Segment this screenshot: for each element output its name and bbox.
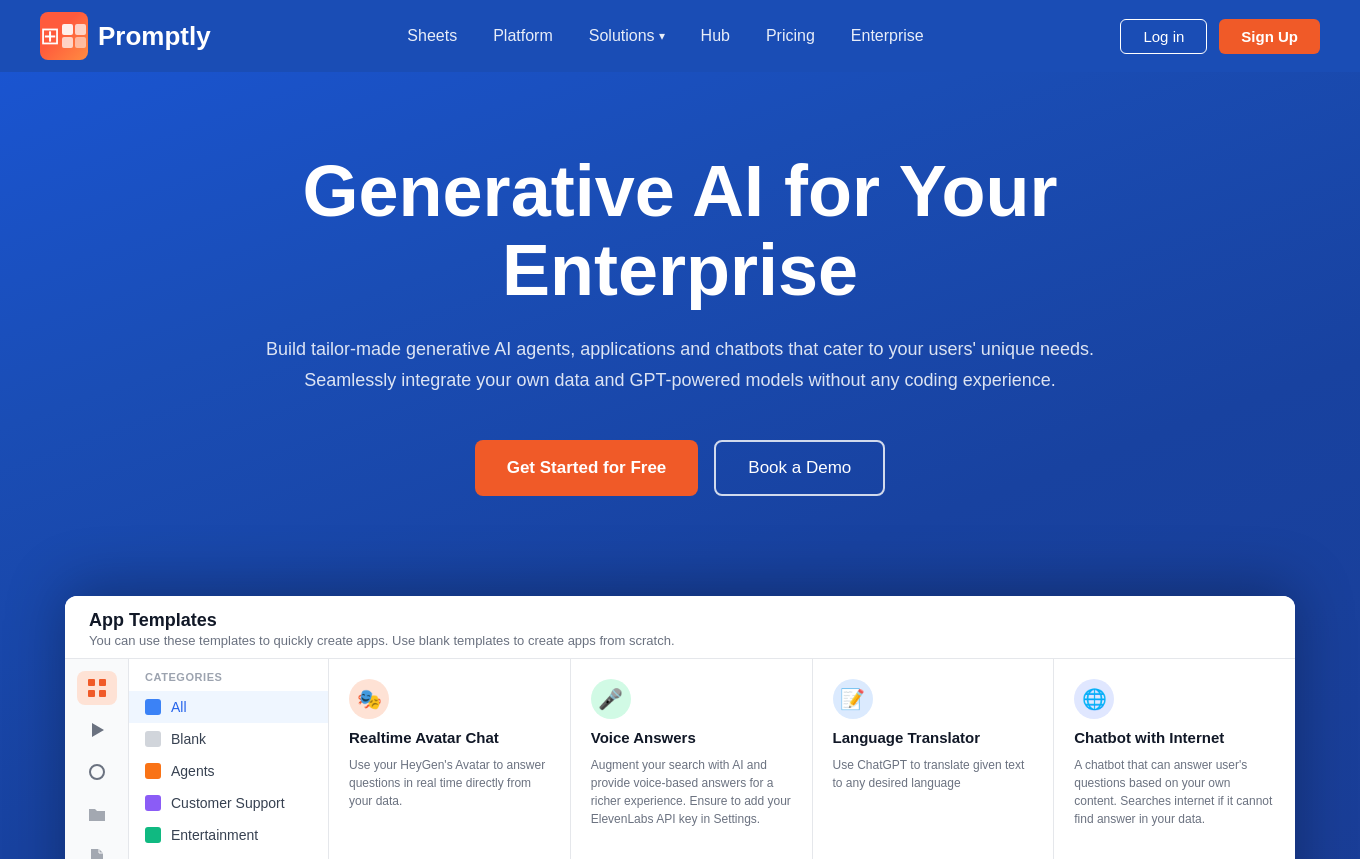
nav-enterprise[interactable]: Enterprise [851, 27, 924, 45]
svg-marker-8 [92, 723, 104, 737]
category-agents[interactable]: Agents [129, 755, 328, 787]
cat-dot-support [145, 795, 161, 811]
category-blank[interactable]: Blank [129, 723, 328, 755]
card-chatbot-internet[interactable]: 🌐 Chatbot with Internet A chatbot that c… [1054, 659, 1295, 859]
cat-dot-agents [145, 763, 161, 779]
svg-rect-7 [99, 690, 106, 697]
category-entertainment[interactable]: Entertainment [129, 819, 328, 851]
card-title-chatbot: Chatbot with Internet [1074, 729, 1275, 746]
svg-rect-1 [75, 24, 86, 35]
navbar: Promptly Sheets Platform Solutions ▾ Hub… [0, 0, 1360, 72]
card-icon-translator: 📝 [833, 679, 873, 719]
signup-button[interactable]: Sign Up [1219, 19, 1320, 54]
login-button[interactable]: Log in [1120, 19, 1207, 54]
app-cards: 🎭 Realtime Avatar Chat Use your HeyGen's… [329, 659, 1295, 859]
cat-dot-all [145, 699, 161, 715]
svg-rect-5 [99, 679, 106, 686]
sidebar-icon-play[interactable] [77, 713, 117, 747]
svg-rect-4 [88, 679, 95, 686]
logo-icon [40, 12, 88, 60]
card-icon-chatbot: 🌐 [1074, 679, 1114, 719]
app-subtitle: You can use these templates to quickly c… [89, 633, 1271, 648]
svg-point-9 [90, 765, 104, 779]
svg-rect-3 [75, 37, 86, 48]
svg-rect-2 [62, 37, 73, 48]
category-all[interactable]: All [129, 691, 328, 723]
card-icon-avatar: 🎭 [349, 679, 389, 719]
card-language-translator[interactable]: 📝 Language Translator Use ChatGPT to tra… [813, 659, 1055, 859]
card-voice-answers[interactable]: 🎤 Voice Answers Augment your search with… [571, 659, 813, 859]
card-desc-voice: Augment your search with AI and provide … [591, 756, 792, 859]
hero-buttons: Get Started for Free Book a Demo [266, 440, 1094, 496]
category-customer-support[interactable]: Customer Support [129, 787, 328, 819]
logo-text: Promptly [98, 21, 211, 52]
app-screenshot: App Templates You can use these template… [65, 596, 1295, 859]
app-body: CATEGORIES All Blank Agents Customer Sup… [65, 659, 1295, 859]
app-sidebar [65, 659, 129, 859]
app-title: App Templates [89, 610, 1271, 631]
sidebar-icon-doc[interactable] [77, 840, 117, 859]
book-demo-button[interactable]: Book a Demo [714, 440, 885, 496]
sidebar-icon-circle[interactable] [77, 755, 117, 789]
cat-dot-blank [145, 731, 161, 747]
card-icon-voice: 🎤 [591, 679, 631, 719]
svg-rect-0 [62, 24, 73, 35]
logo-link[interactable]: Promptly [40, 12, 211, 60]
nav-links: Sheets Platform Solutions ▾ Hub Pricing … [407, 27, 923, 45]
hero-content: Generative AI for Your Enterprise Build … [246, 72, 1114, 596]
nav-actions: Log in Sign Up [1120, 19, 1320, 54]
nav-pricing[interactable]: Pricing [766, 27, 815, 45]
card-title-avatar: Realtime Avatar Chat [349, 729, 550, 746]
card-title-voice: Voice Answers [591, 729, 792, 746]
cat-dot-entertainment [145, 827, 161, 843]
sidebar-icon-folder[interactable] [77, 798, 117, 832]
svg-rect-6 [88, 690, 95, 697]
nav-platform[interactable]: Platform [493, 27, 553, 45]
nav-hub[interactable]: Hub [701, 27, 730, 45]
hero-subtitle: Build tailor-made generative AI agents, … [266, 334, 1094, 395]
card-desc-avatar: Use your HeyGen's Avatar to answer quest… [349, 756, 550, 859]
nav-sheets[interactable]: Sheets [407, 27, 457, 45]
card-desc-translator: Use ChatGPT to translate given text to a… [833, 756, 1034, 859]
nav-solutions[interactable]: Solutions ▾ [589, 27, 665, 45]
get-started-button[interactable]: Get Started for Free [475, 440, 699, 496]
hero-section: Generative AI for Your Enterprise Build … [0, 0, 1360, 859]
chevron-down-icon: ▾ [659, 29, 665, 43]
app-topbar: App Templates You can use these template… [65, 596, 1295, 659]
categories-header: CATEGORIES [129, 671, 328, 691]
sidebar-icon-grid[interactable] [77, 671, 117, 705]
card-title-translator: Language Translator [833, 729, 1034, 746]
hero-title: Generative AI for Your Enterprise [266, 152, 1094, 310]
card-avatar-chat[interactable]: 🎭 Realtime Avatar Chat Use your HeyGen's… [329, 659, 571, 859]
app-categories: CATEGORIES All Blank Agents Customer Sup… [129, 659, 329, 859]
card-desc-chatbot: A chatbot that can answer user's questio… [1074, 756, 1275, 859]
